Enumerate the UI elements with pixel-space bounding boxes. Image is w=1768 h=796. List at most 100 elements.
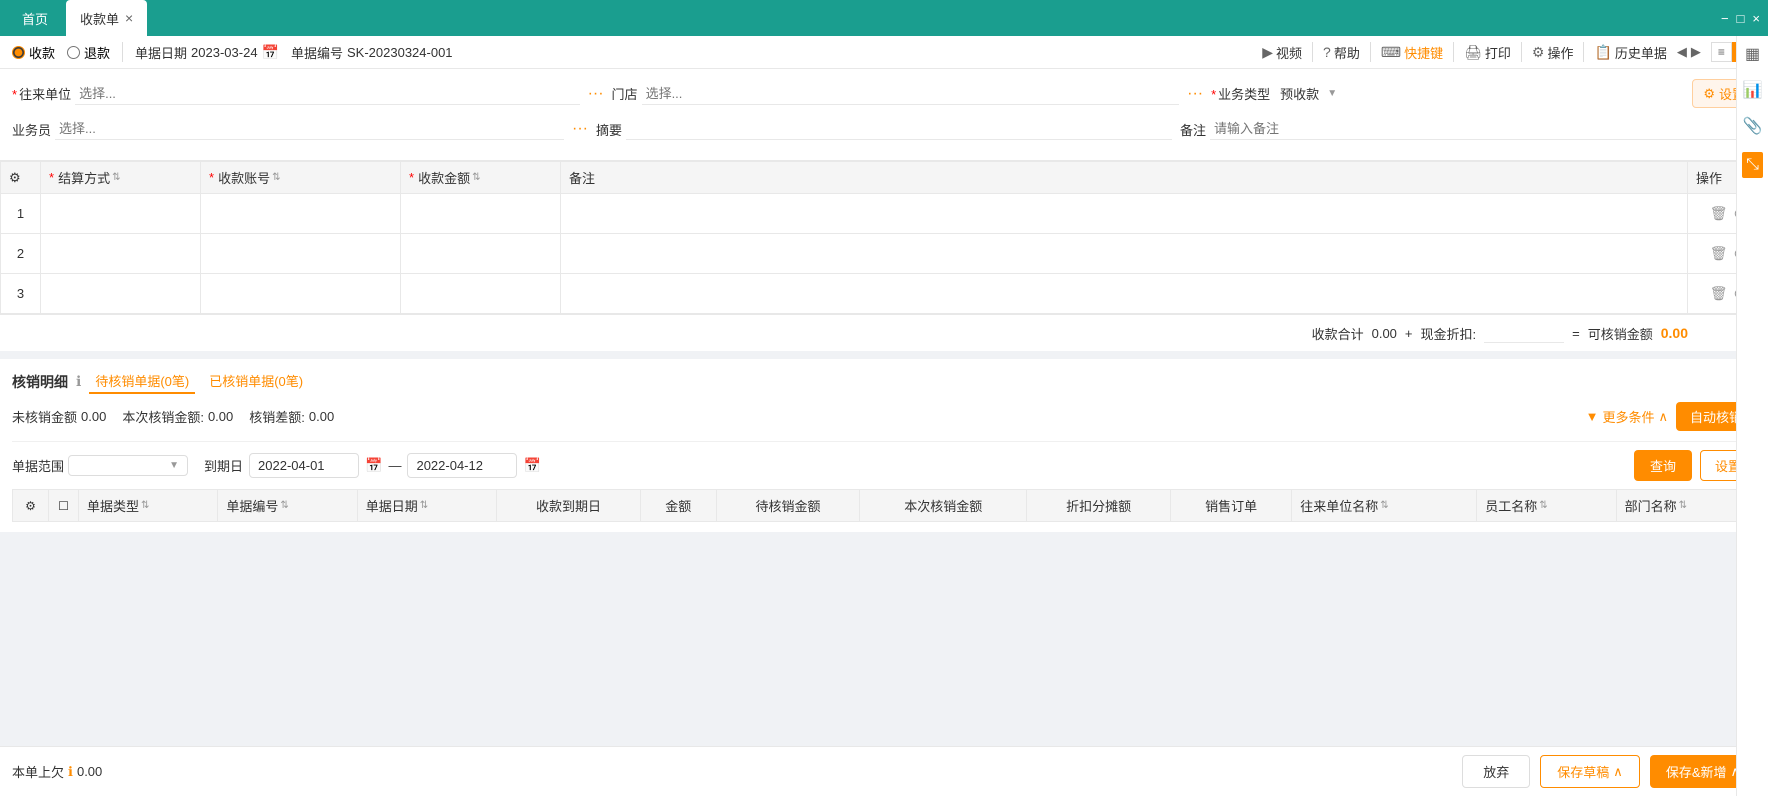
number-field: 单据编号 SK-20230324-001 [291, 43, 453, 62]
bth-checkbox[interactable]: ☐ [49, 490, 79, 522]
help-btn[interactable]: ? 帮助 [1323, 43, 1360, 62]
row-2-amount[interactable] [401, 234, 561, 274]
partner-dots[interactable]: ··· [588, 86, 604, 102]
tab-home[interactable]: 首页 [8, 0, 62, 36]
list-view-btn[interactable]: ≡ [1711, 42, 1732, 62]
row-3-amount[interactable] [401, 274, 561, 314]
due-from-input[interactable] [249, 453, 359, 478]
summary-label: 摘要 [596, 120, 622, 139]
shortcut-icon: ⌨ [1381, 44, 1401, 61]
due-to-calendar-icon[interactable]: 📅 [523, 457, 540, 474]
operation-btn[interactable]: ⚙ 操作 [1532, 43, 1574, 62]
video-btn[interactable]: ▶ 视频 [1262, 43, 1302, 62]
partner-input[interactable] [75, 83, 579, 105]
sidebar-table-icon[interactable]: ▦ [1745, 44, 1760, 64]
hexiao-info-icon[interactable]: ℹ [76, 373, 81, 390]
minimize-icon[interactable]: − [1721, 11, 1729, 26]
tab-shoukuan[interactable]: 收款单 × [66, 0, 147, 36]
row-3-account[interactable] [201, 274, 401, 314]
partner-sort[interactable]: ⇅ [1380, 500, 1388, 511]
row-3-payment[interactable] [41, 274, 201, 314]
radio-tuikuan[interactable]: 退款 [67, 43, 110, 62]
radio-shoukuan-input[interactable] [12, 46, 25, 59]
dept-sort[interactable]: ⇅ [1679, 500, 1687, 511]
row-2-delete-icon[interactable]: 🗑 [1710, 245, 1728, 262]
row-1-account[interactable] [201, 194, 401, 234]
sidebar-clip-icon[interactable]: 📎 [1743, 116, 1763, 136]
div5 [1583, 42, 1584, 62]
note-label: 备注 [1180, 120, 1206, 139]
range-select[interactable]: ▼ [68, 455, 188, 476]
sidebar-sheet-icon[interactable]: 📊 [1743, 80, 1763, 100]
bth-settings[interactable]: ⚙ [13, 490, 49, 522]
tab-bar: 首页 收款单 × − □ × [0, 0, 1768, 36]
prev-arrow[interactable]: ◀ [1677, 44, 1687, 60]
close-window-icon[interactable]: × [1752, 11, 1760, 26]
doc-date-sort[interactable]: ⇅ [420, 500, 428, 511]
print-btn[interactable]: 🖨 打印 [1464, 43, 1511, 62]
sidebar-expand-icon[interactable]: ⤡ [1742, 152, 1763, 178]
bth-discount-label: 折扣分摊额 [1066, 499, 1131, 514]
row-2-payment[interactable] [41, 234, 201, 274]
staff-input[interactable] [55, 118, 564, 140]
shop-dots[interactable]: ··· [1187, 86, 1203, 102]
save-draft-btn[interactable]: 保存草稿 ∧ [1540, 755, 1640, 788]
history-label: 历史单据 [1615, 43, 1667, 62]
row-3-delete-icon[interactable]: 🗑 [1710, 285, 1728, 302]
shortcut-btn[interactable]: ⌨ 快捷键 [1381, 43, 1443, 62]
th-payment: * 结算方式 ⇅ [41, 162, 201, 194]
row-1-delete-icon[interactable]: 🗑 [1710, 205, 1728, 222]
shop-input[interactable] [642, 83, 1180, 105]
due-to-input[interactable] [407, 453, 517, 478]
amount-sort-icon[interactable]: ⇅ [472, 172, 480, 183]
radio-shoukuan[interactable]: 收款 [12, 43, 55, 62]
number-label: 单据编号 [291, 43, 343, 62]
query-btn[interactable]: 查询 [1634, 450, 1692, 481]
row-2-num: 2 [1, 234, 41, 274]
form-area: *往来单位 ··· 门店 ··· *业务类型 预收款 ▼ ⚙ 设置 业务员 ··… [0, 69, 1768, 161]
staff-sort[interactable]: ⇅ [1539, 500, 1547, 511]
staff-dots[interactable]: ··· [572, 121, 588, 137]
maximize-icon[interactable]: □ [1737, 11, 1745, 26]
filter-label: 更多条件 [1602, 407, 1654, 426]
settings-gear-icon: ⚙ [1703, 86, 1715, 102]
row-2-note[interactable] [561, 234, 1688, 274]
summary-row: 收款合计 0.00 + 现金折扣: = 可核销金额 0.00 [0, 314, 1768, 351]
filter-btn[interactable]: ▼ 更多条件 ∧ [1586, 407, 1668, 426]
doc-num-sort[interactable]: ⇅ [280, 500, 288, 511]
doc-type-sort[interactable]: ⇅ [141, 500, 149, 511]
note-field: 备注 [1180, 118, 1756, 140]
payment-sort-icon[interactable]: ⇅ [112, 172, 120, 183]
th-settings[interactable]: ⚙ [1, 162, 41, 194]
radio-tuikuan-input[interactable] [67, 46, 80, 59]
next-arrow[interactable]: ▶ [1691, 44, 1701, 60]
row-1-payment[interactable] [41, 194, 201, 234]
history-btn[interactable]: 📋 历史单据 [1594, 43, 1666, 62]
row-2-account[interactable] [201, 234, 401, 274]
tab-done[interactable]: 已核销单据(0笔) [203, 369, 309, 394]
abandon-btn[interactable]: 放弃 [1462, 755, 1530, 788]
footer-info-label: 本单上欠 [12, 762, 64, 781]
current-value: 0.00 [208, 409, 233, 424]
note-input[interactable] [1210, 118, 1756, 140]
shop-label: 门店 [612, 84, 638, 103]
discount-label: 现金折扣: [1421, 324, 1477, 343]
due-from-calendar-icon[interactable]: 📅 [365, 457, 382, 474]
row-1-amount[interactable] [401, 194, 561, 234]
hexiao-header: 核销明细 ℹ 待核销单据(0笔) 已核销单据(0笔) [12, 369, 1756, 394]
biz-type-arrow[interactable]: ▼ [1327, 88, 1337, 99]
bth-doc-num: 单据编号⇅ [218, 490, 357, 522]
summary-input[interactable] [626, 118, 1172, 140]
discount-input[interactable] [1484, 323, 1564, 343]
video-label: 视频 [1276, 43, 1302, 62]
tab-close-icon[interactable]: × [125, 10, 133, 26]
calendar-icon[interactable]: 📅 [262, 44, 279, 61]
account-sort-icon[interactable]: ⇅ [272, 172, 280, 183]
footer-info-icon[interactable]: ℹ [68, 764, 73, 780]
print-icon: 🖨 [1464, 44, 1482, 61]
row-1-note[interactable] [561, 194, 1688, 234]
tab-pending[interactable]: 待核销单据(0笔) [89, 369, 195, 394]
row-3-note[interactable] [561, 274, 1688, 314]
right-sidebar: ▦ 📊 📎 ⤡ [1736, 36, 1768, 796]
bth-doc-type: 单据类型⇅ [79, 490, 218, 522]
